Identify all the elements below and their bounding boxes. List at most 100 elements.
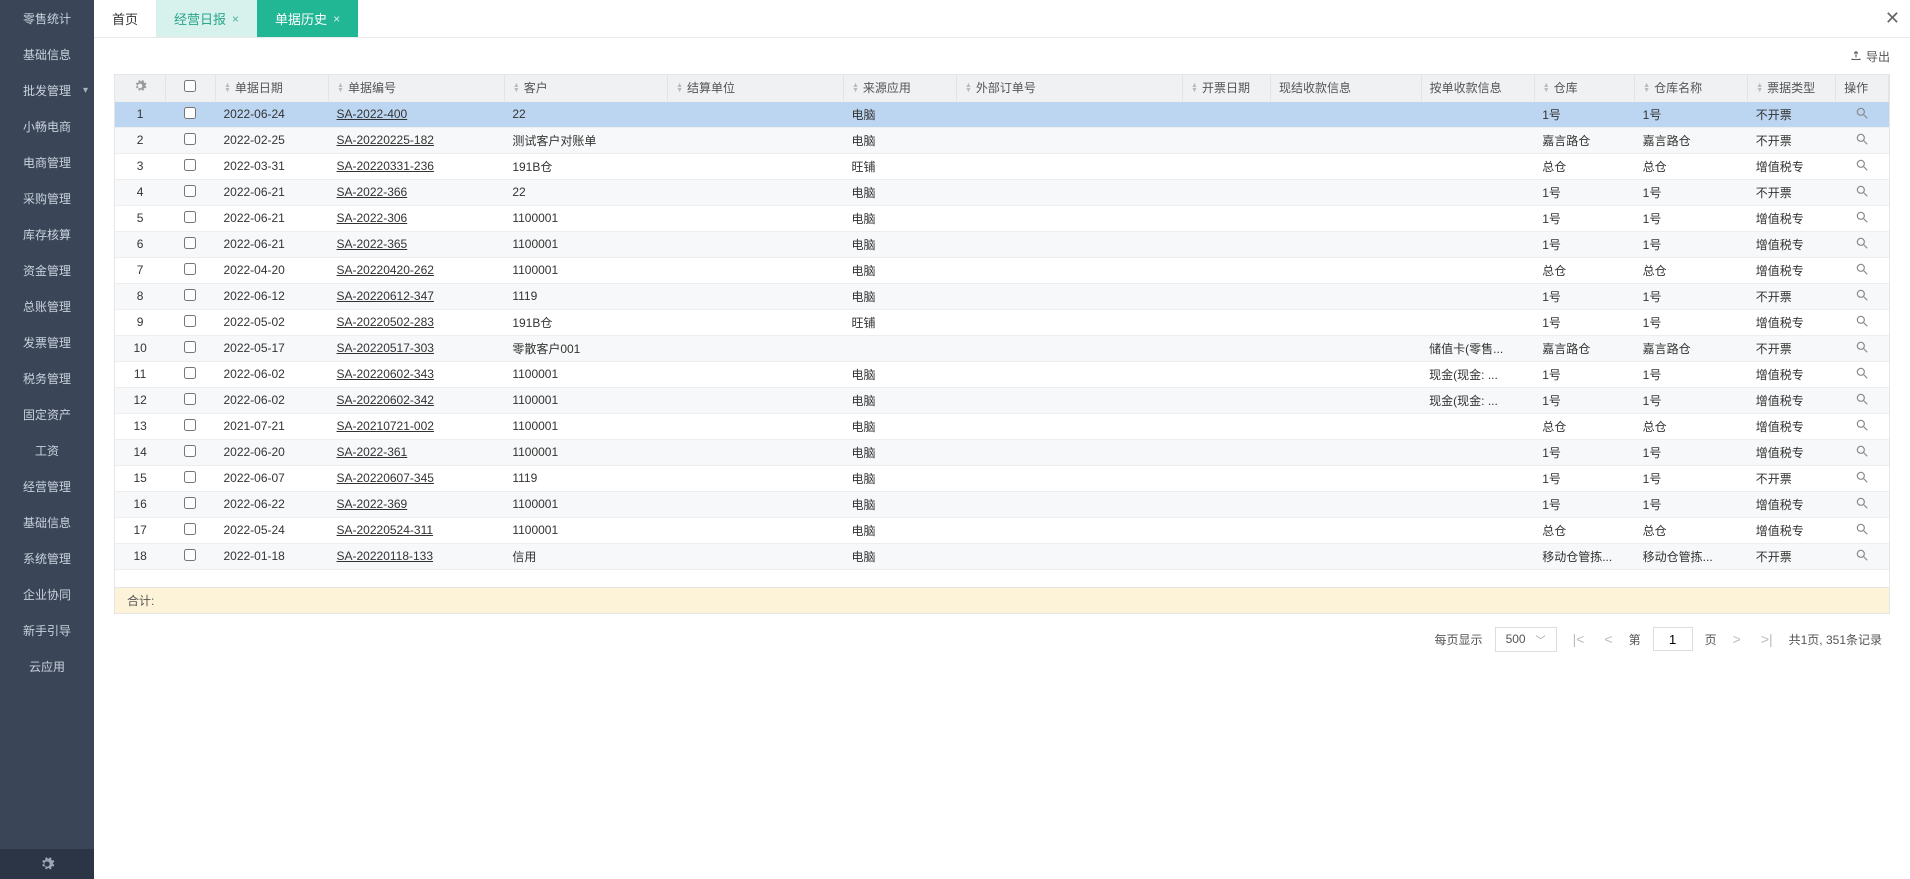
table-row[interactable]: 92022-05-02SA-20220502-283191B仓旺铺1号1号增值税… (115, 309, 1889, 335)
table-row[interactable]: 182022-01-18SA-20220118-133信用电脑移动仓管拣...移… (115, 543, 1889, 569)
magnifier-icon[interactable] (1855, 236, 1869, 250)
sidebar-item-4[interactable]: 电商管理 (0, 144, 94, 180)
table-row[interactable]: 152022-06-07SA-20220607-3451119电脑1号1号不开票 (115, 465, 1889, 491)
prev-page-button[interactable]: < (1600, 631, 1616, 647)
row-checkbox[interactable] (184, 523, 196, 535)
page-number-input[interactable] (1653, 627, 1693, 651)
row-checkbox[interactable] (184, 133, 196, 145)
row-checkbox[interactable] (184, 315, 196, 327)
col-header-4[interactable]: ▲▼客户 (504, 75, 667, 101)
sidebar-item-18[interactable]: 云应用 (0, 648, 94, 684)
table-scroll[interactable]: ▲▼单据日期▲▼单据编号▲▼客户▲▼结算单位▲▼来源应用▲▼外部订单号▲▼开票日… (115, 75, 1889, 587)
doc-link[interactable]: SA-20220420-262 (337, 263, 434, 277)
sidebar-item-2[interactable]: 批发管理 (0, 72, 94, 108)
row-checkbox[interactable] (184, 341, 196, 353)
table-row[interactable]: 52022-06-21SA-2022-3061100001电脑1号1号增值税专 (115, 205, 1889, 231)
table-row[interactable]: 32022-03-31SA-20220331-236191B仓旺铺总仓总仓增值税… (115, 153, 1889, 179)
sidebar-item-10[interactable]: 税务管理 (0, 360, 94, 396)
last-page-button[interactable]: >| (1757, 631, 1777, 647)
export-button[interactable]: 导出 (1850, 48, 1890, 65)
magnifier-icon[interactable] (1855, 288, 1869, 302)
magnifier-icon[interactable] (1855, 392, 1869, 406)
sidebar-item-0[interactable]: 零售统计 (0, 0, 94, 36)
sidebar-item-17[interactable]: 新手引导 (0, 612, 94, 648)
row-checkbox[interactable] (184, 549, 196, 561)
doc-link[interactable]: SA-20220225-182 (337, 133, 434, 147)
row-checkbox[interactable] (184, 159, 196, 171)
magnifier-icon[interactable] (1855, 444, 1869, 458)
row-checkbox[interactable] (184, 393, 196, 405)
tab-0[interactable]: 首页 (94, 0, 156, 37)
row-checkbox[interactable] (184, 497, 196, 509)
sidebar-item-11[interactable]: 固定资产 (0, 396, 94, 432)
doc-link[interactable]: SA-20220331-236 (337, 159, 434, 173)
doc-link[interactable]: SA-20220602-342 (337, 393, 434, 407)
table-row[interactable]: 142022-06-20SA-2022-3611100001电脑1号1号增值税专 (115, 439, 1889, 465)
table-row[interactable]: 122022-06-02SA-20220602-3421100001电脑现金(现… (115, 387, 1889, 413)
col-header-11[interactable]: ▲▼仓库 (1534, 75, 1634, 101)
doc-link[interactable]: SA-2022-306 (337, 211, 408, 225)
col-header-3[interactable]: ▲▼单据编号 (329, 75, 505, 101)
table-row[interactable]: 162022-06-22SA-2022-3691100001电脑1号1号增值税专 (115, 491, 1889, 517)
select-all-checkbox[interactable] (184, 80, 196, 92)
magnifier-icon[interactable] (1855, 548, 1869, 562)
table-row[interactable]: 102022-05-17SA-20220517-303零散客户001储值卡(零售… (115, 335, 1889, 361)
doc-link[interactable]: SA-20220524-311 (337, 523, 434, 537)
magnifier-icon[interactable] (1855, 340, 1869, 354)
doc-link[interactable]: SA-20220612-347 (337, 289, 434, 303)
magnifier-icon[interactable] (1855, 262, 1869, 276)
table-row[interactable]: 132021-07-21SA-20210721-0021100001电脑总仓总仓… (115, 413, 1889, 439)
doc-link[interactable]: SA-20220502-283 (337, 315, 434, 329)
doc-link[interactable]: SA-2022-365 (337, 237, 408, 251)
sidebar-item-16[interactable]: 企业协同 (0, 576, 94, 612)
row-checkbox[interactable] (184, 263, 196, 275)
col-header-2[interactable]: ▲▼单据日期 (215, 75, 328, 101)
table-row[interactable]: 82022-06-12SA-20220612-3471119电脑1号1号不开票 (115, 283, 1889, 309)
table-row[interactable]: 22022-02-25SA-20220225-182测试客户对账单电脑嘉言路仓嘉… (115, 127, 1889, 153)
close-all-tabs-icon[interactable]: ✕ (1885, 8, 1900, 29)
doc-link[interactable]: SA-20210721-002 (337, 419, 434, 433)
row-checkbox[interactable] (184, 185, 196, 197)
close-icon[interactable]: × (232, 12, 239, 26)
row-checkbox[interactable] (184, 211, 196, 223)
doc-link[interactable]: SA-20220607-345 (337, 471, 434, 485)
sidebar-item-15[interactable]: 系统管理 (0, 540, 94, 576)
table-row[interactable]: 12022-06-24SA-2022-40022电脑1号1号不开票 (115, 101, 1889, 127)
table-row[interactable]: 112022-06-02SA-20220602-3431100001电脑现金(现… (115, 361, 1889, 387)
doc-link[interactable]: SA-20220602-343 (337, 367, 434, 381)
table-row[interactable]: 42022-06-21SA-2022-36622电脑1号1号不开票 (115, 179, 1889, 205)
col-header-13[interactable]: ▲▼票据类型 (1748, 75, 1836, 101)
magnifier-icon[interactable] (1855, 106, 1869, 120)
doc-link[interactable]: SA-2022-361 (337, 445, 408, 459)
row-checkbox[interactable] (184, 107, 196, 119)
sidebar-item-8[interactable]: 总账管理 (0, 288, 94, 324)
first-page-button[interactable]: |< (1569, 631, 1589, 647)
magnifier-icon[interactable] (1855, 210, 1869, 224)
magnifier-icon[interactable] (1855, 314, 1869, 328)
sidebar-item-5[interactable]: 采购管理 (0, 180, 94, 216)
doc-link[interactable]: SA-20220517-303 (337, 341, 434, 355)
tab-2[interactable]: 单据历史× (257, 0, 358, 37)
gear-icon[interactable] (133, 82, 147, 96)
table-row[interactable]: 72022-04-20SA-20220420-2621100001电脑总仓总仓增… (115, 257, 1889, 283)
col-header-6[interactable]: ▲▼来源应用 (843, 75, 956, 101)
magnifier-icon[interactable] (1855, 366, 1869, 380)
col-header-12[interactable]: ▲▼仓库名称 (1635, 75, 1748, 101)
row-checkbox[interactable] (184, 445, 196, 457)
magnifier-icon[interactable] (1855, 522, 1869, 536)
row-checkbox[interactable] (184, 289, 196, 301)
table-row[interactable]: 62022-06-21SA-2022-3651100001电脑1号1号增值税专 (115, 231, 1889, 257)
magnifier-icon[interactable] (1855, 132, 1869, 146)
col-header-8[interactable]: ▲▼开票日期 (1183, 75, 1271, 101)
sidebar-item-14[interactable]: 基础信息 (0, 504, 94, 540)
doc-link[interactable]: SA-2022-366 (337, 185, 408, 199)
row-checkbox[interactable] (184, 367, 196, 379)
magnifier-icon[interactable] (1855, 496, 1869, 510)
sidebar-item-13[interactable]: 经营管理 (0, 468, 94, 504)
sidebar-settings-button[interactable] (0, 849, 94, 879)
sidebar-item-3[interactable]: 小畅电商 (0, 108, 94, 144)
next-page-button[interactable]: > (1729, 631, 1745, 647)
per-page-select[interactable]: 500 ﹀ (1495, 627, 1557, 652)
col-header-7[interactable]: ▲▼外部订单号 (956, 75, 1182, 101)
magnifier-icon[interactable] (1855, 470, 1869, 484)
